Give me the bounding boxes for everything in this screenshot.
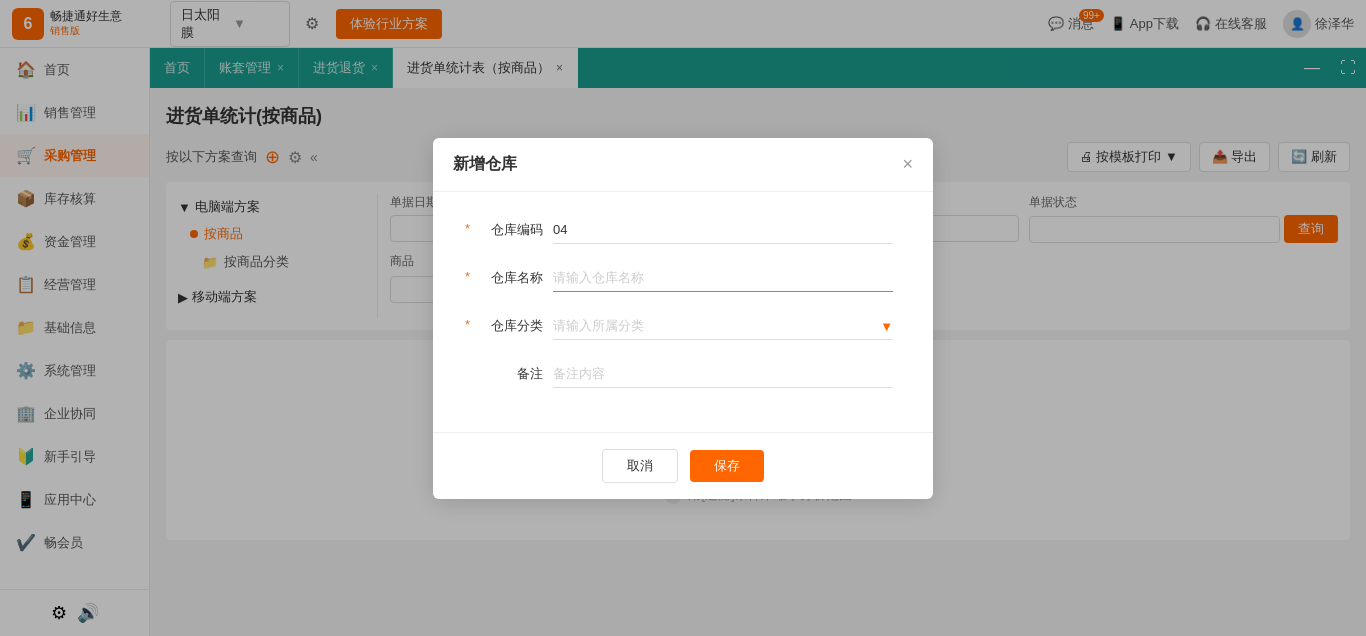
dialog-body: 仓库编码 仓库名称 仓库分类 ▼ 备注 xyxy=(433,192,933,432)
warehouse-category-row: 仓库分类 ▼ xyxy=(473,312,893,340)
warehouse-code-label: 仓库编码 xyxy=(473,221,553,239)
warehouse-category-input[interactable] xyxy=(553,312,893,340)
dialog-footer: 取消 保存 xyxy=(433,432,933,499)
warehouse-name-label: 仓库名称 xyxy=(473,269,553,287)
new-warehouse-dialog: 新增仓库 × 仓库编码 仓库名称 仓库分类 ▼ 备注 xyxy=(433,138,933,499)
warehouse-category-wrapper: ▼ xyxy=(553,312,893,340)
dialog-title: 新增仓库 xyxy=(453,154,517,175)
cancel-button[interactable]: 取消 xyxy=(602,449,678,483)
modal-overlay: 新增仓库 × 仓库编码 仓库名称 仓库分类 ▼ 备注 xyxy=(0,0,1366,636)
warehouse-name-row: 仓库名称 xyxy=(473,264,893,292)
dialog-header: 新增仓库 × xyxy=(433,138,933,192)
save-button[interactable]: 保存 xyxy=(690,450,764,482)
warehouse-category-label: 仓库分类 xyxy=(473,317,553,335)
remark-row: 备注 xyxy=(473,360,893,388)
dialog-close-button[interactable]: × xyxy=(902,154,913,175)
warehouse-name-input[interactable] xyxy=(553,264,893,292)
warehouse-code-row: 仓库编码 xyxy=(473,216,893,244)
remark-label: 备注 xyxy=(473,365,553,383)
remark-input[interactable] xyxy=(553,360,893,388)
warehouse-code-input[interactable] xyxy=(553,216,893,244)
